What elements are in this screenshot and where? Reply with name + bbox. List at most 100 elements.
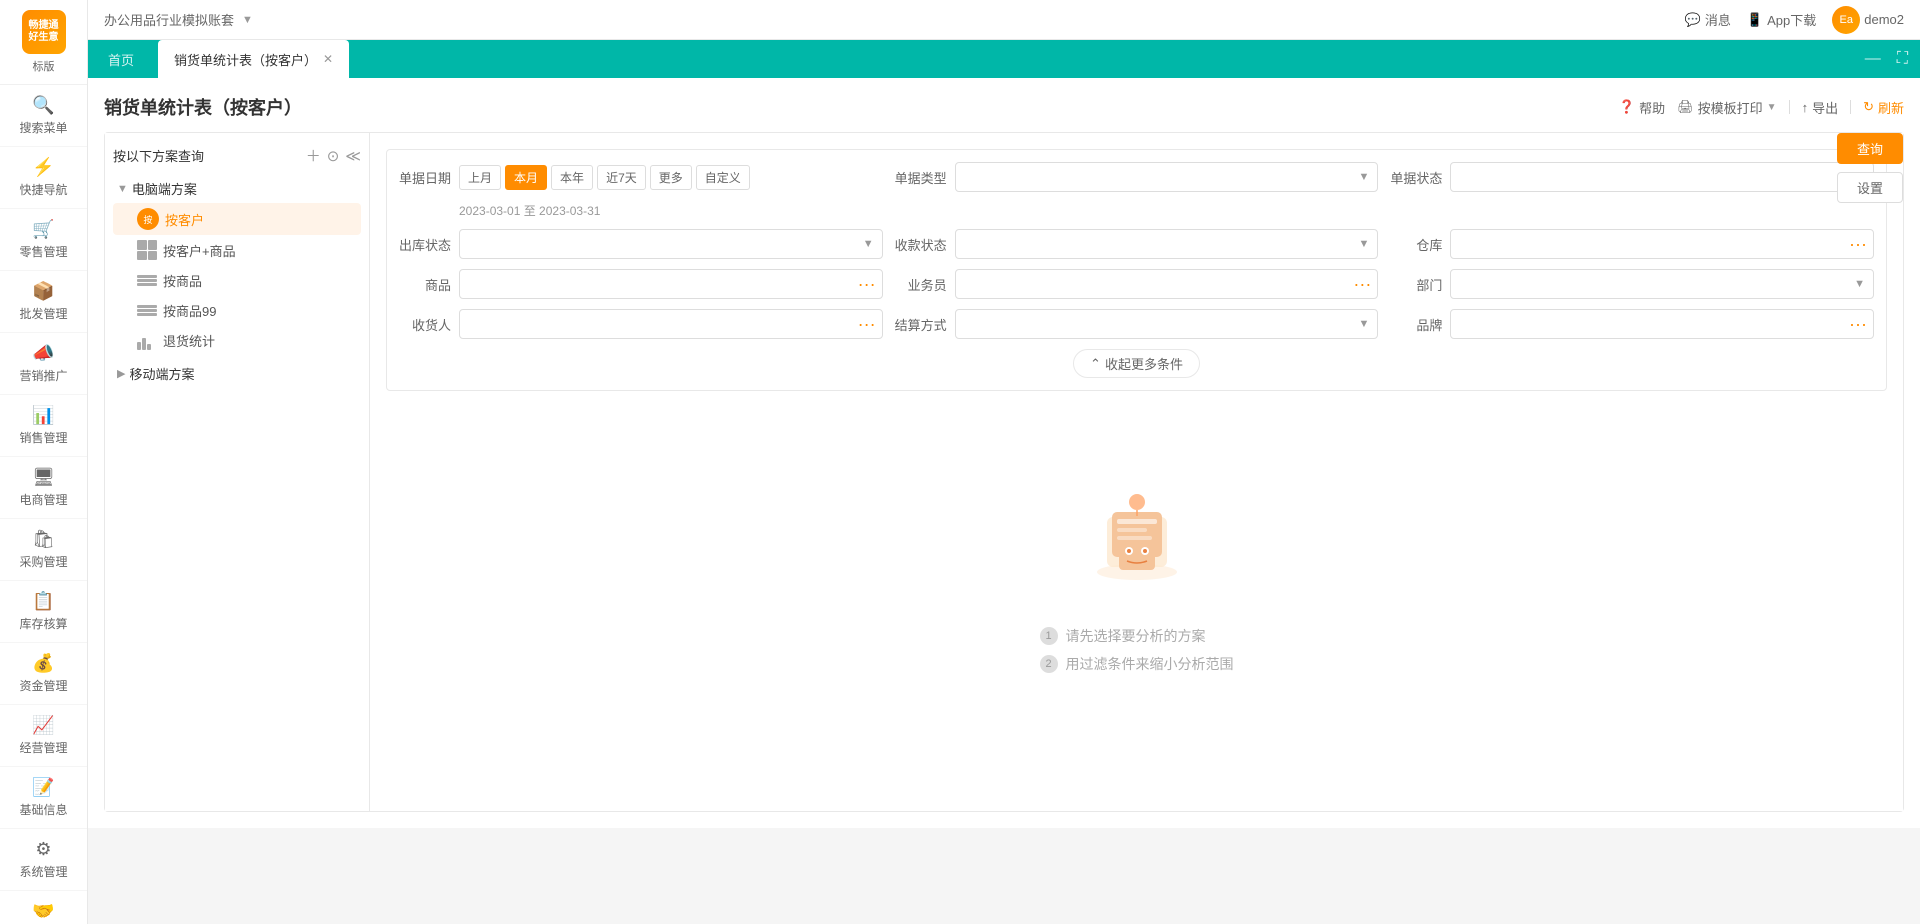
filter-payment-method: 结算方式 ▼ bbox=[895, 309, 1379, 339]
sidebar-item-system[interactable]: ⚙ 系统管理 bbox=[0, 829, 87, 891]
brand-select[interactable]: ··· bbox=[1450, 309, 1874, 339]
empty-state: 1 请先选择要分析的方案 2 用过滤条件来缩小分析范围 bbox=[386, 407, 1887, 754]
tab-minimize-icon[interactable]: — bbox=[1861, 48, 1885, 70]
filter-dept: 部门 ▼ bbox=[1390, 269, 1874, 299]
sidebar-item-search[interactable]: 🔍 搜索菜单 bbox=[0, 85, 87, 147]
help-icon: ❓ bbox=[1619, 99, 1635, 115]
print-dropdown-icon: ▼ bbox=[1767, 102, 1777, 113]
export-btn[interactable]: ↑ 导出 bbox=[1802, 98, 1839, 117]
date-this-year-btn[interactable]: 本年 bbox=[551, 165, 593, 190]
staff-select[interactable]: ··· bbox=[955, 269, 1379, 299]
sidebar-item-retail[interactable]: 🛒 零售管理 bbox=[0, 209, 87, 271]
export-icon: ↑ bbox=[1802, 100, 1809, 115]
sidebar-item-purchase[interactable]: 🛍 采购管理 bbox=[0, 519, 87, 581]
query-button[interactable]: 查询 bbox=[1837, 133, 1903, 164]
tab-close-icon[interactable]: ✕ bbox=[323, 52, 333, 66]
filter-row-3: 商品 ··· 业务员 ··· bbox=[399, 269, 1874, 299]
main-container: 办公用品行业模拟账套 ▼ 💬 消息 📱 App下载 Ea demo2 首页 销货… bbox=[88, 0, 1920, 924]
staff-dots[interactable]: ··· bbox=[1353, 274, 1371, 295]
app-download-btn[interactable]: 📱 App下载 bbox=[1747, 10, 1816, 29]
dept-select[interactable]: ▼ bbox=[1450, 269, 1874, 299]
tip-num-1: 1 bbox=[1040, 627, 1058, 645]
tree-desktop-section: ▼ 电脑端方案 按 按客户 bbox=[113, 174, 361, 355]
dropdown-arrow-icon[interactable]: ▼ bbox=[242, 14, 253, 26]
sidebar-item-finance[interactable]: 💰 资金管理 bbox=[0, 643, 87, 705]
sidebar-item-sales[interactable]: 📊 销售管理 bbox=[0, 395, 87, 457]
refresh-icon: ↻ bbox=[1863, 99, 1874, 115]
filter-row-4: 收货人 ··· 结算方式 ▼ bbox=[399, 309, 1874, 339]
ship-status-select[interactable]: ▼ bbox=[459, 229, 883, 259]
payment-method-select[interactable]: ▼ bbox=[955, 309, 1379, 339]
tab-sales-stats[interactable]: 销货单统计表（按客户） ✕ bbox=[158, 40, 349, 78]
goods-select[interactable]: ··· bbox=[459, 269, 883, 299]
sidebar-item-ecom[interactable]: 🖥 电商管理 bbox=[0, 457, 87, 519]
date-last-month-btn[interactable]: 上月 bbox=[459, 165, 501, 190]
template-print-btn[interactable]: 🖨 按模板打印 ▼ bbox=[1677, 98, 1776, 117]
warehouse-dots[interactable]: ··· bbox=[1849, 234, 1867, 255]
payment-status-select[interactable]: ▼ bbox=[955, 229, 1379, 259]
doc-type-select[interactable]: ▼ bbox=[955, 162, 1379, 192]
sidebar-item-ops[interactable]: 📈 经营管理 bbox=[0, 705, 87, 767]
wholesale-icon: 📦 bbox=[32, 281, 54, 302]
ops-icon: 📈 bbox=[32, 715, 54, 736]
empty-tip-1: 1 请先选择要分析的方案 bbox=[1040, 626, 1234, 646]
sidebar-item-wholesale[interactable]: 📦 批发管理 bbox=[0, 271, 87, 333]
warehouse-select[interactable]: ··· bbox=[1450, 229, 1874, 259]
tab-bar-actions: — ⛶ bbox=[1861, 48, 1920, 70]
sidebar-item-basic[interactable]: 📝 基础信息 bbox=[0, 767, 87, 829]
table-icon bbox=[137, 270, 157, 290]
edit-scheme-btn[interactable]: ⊙ bbox=[327, 147, 340, 165]
tree-mobile-parent[interactable]: ▶ 移动端方案 bbox=[113, 359, 361, 388]
tree-desktop-parent[interactable]: ▼ 电脑端方案 bbox=[113, 174, 361, 203]
filter-goods: 商品 ··· bbox=[399, 269, 883, 299]
date-custom-btn[interactable]: 自定义 bbox=[696, 165, 750, 190]
filter-doc-status: 单据状态 ▼ bbox=[1390, 162, 1874, 192]
messages-btn[interactable]: 💬 消息 bbox=[1685, 10, 1731, 29]
collapse-up-icon: ⌃ bbox=[1090, 356, 1101, 372]
date-this-month-btn[interactable]: 本月 bbox=[505, 165, 547, 190]
receiver-dots[interactable]: ··· bbox=[858, 314, 876, 335]
settings-button[interactable]: 设置 bbox=[1837, 172, 1903, 203]
sidebar-item-enterprise[interactable]: 🤝 企业协同 bbox=[0, 891, 87, 924]
right-action-buttons: 查询 设置 bbox=[1837, 133, 1903, 203]
payment-label: 收款状态 bbox=[895, 235, 947, 254]
empty-tips: 1 请先选择要分析的方案 2 用过滤条件来缩小分析范围 bbox=[1040, 626, 1234, 674]
tree-item-by-customer[interactable]: 按 按客户 bbox=[113, 203, 361, 235]
payment-dropdown-icon: ▼ bbox=[1358, 238, 1369, 250]
filter-date: 单据日期 上月 本月 本年 近7天 更多 自定义 bbox=[399, 162, 883, 192]
brand-dots[interactable]: ··· bbox=[1849, 314, 1867, 335]
customer-scheme-icon: 按 bbox=[137, 208, 159, 230]
receiver-select[interactable]: ··· bbox=[459, 309, 883, 339]
refresh-btn[interactable]: ↻ 刷新 bbox=[1863, 98, 1904, 117]
filter-row-2: 出库状态 ▼ 收款状态 ▼ bbox=[399, 229, 1874, 259]
goods-dots[interactable]: ··· bbox=[858, 274, 876, 295]
sidebar-item-marketing[interactable]: 📣 营销推广 bbox=[0, 333, 87, 395]
tab-home[interactable]: 首页 bbox=[88, 40, 154, 78]
collapse-btn[interactable]: ⌃ 收起更多条件 bbox=[1073, 349, 1200, 378]
collapse-row: ⌃ 收起更多条件 bbox=[399, 349, 1874, 378]
tree-item-return-stats[interactable]: 退货统计 bbox=[113, 325, 361, 355]
ecom-icon: 🖥 bbox=[32, 467, 55, 488]
sidebar-item-inventory[interactable]: 📋 库存核算 bbox=[0, 581, 87, 643]
avatar: Ea bbox=[1832, 6, 1860, 34]
tree-item-by-goods99[interactable]: 按商品99 bbox=[113, 295, 361, 325]
date-7days-btn[interactable]: 近7天 bbox=[597, 165, 646, 190]
date-more-btn[interactable]: 更多 bbox=[650, 165, 692, 190]
user-menu[interactable]: Ea demo2 bbox=[1832, 6, 1904, 34]
logo-subtext: 标版 bbox=[33, 58, 55, 74]
doc-status-select[interactable]: ▼ bbox=[1450, 162, 1874, 192]
help-btn[interactable]: ❓ 帮助 bbox=[1619, 98, 1665, 117]
tree-item-by-customer-goods[interactable]: 按客户+商品 bbox=[113, 235, 361, 265]
ship-label: 出库状态 bbox=[399, 235, 451, 254]
type-dropdown-icon: ▼ bbox=[1358, 171, 1369, 183]
sidebar-item-shortcut[interactable]: ⚡ 快捷导航 bbox=[0, 147, 87, 209]
page-content: 销货单统计表（按客户） ❓ 帮助 🖨 按模板打印 ▼ ↑ 导出 bbox=[88, 78, 1920, 924]
add-scheme-btn[interactable]: ＋ bbox=[306, 145, 321, 166]
date-label: 单据日期 bbox=[399, 168, 451, 187]
tab-maximize-icon[interactable]: ⛶ bbox=[1893, 48, 1912, 70]
shortcut-icon: ⚡ bbox=[32, 157, 54, 178]
panel-header-icons: ＋ ⊙ ≪ bbox=[306, 145, 361, 166]
collapse-panel-btn[interactable]: ≪ bbox=[345, 147, 361, 165]
type-label: 单据类型 bbox=[895, 168, 947, 187]
tree-item-by-goods[interactable]: 按商品 bbox=[113, 265, 361, 295]
